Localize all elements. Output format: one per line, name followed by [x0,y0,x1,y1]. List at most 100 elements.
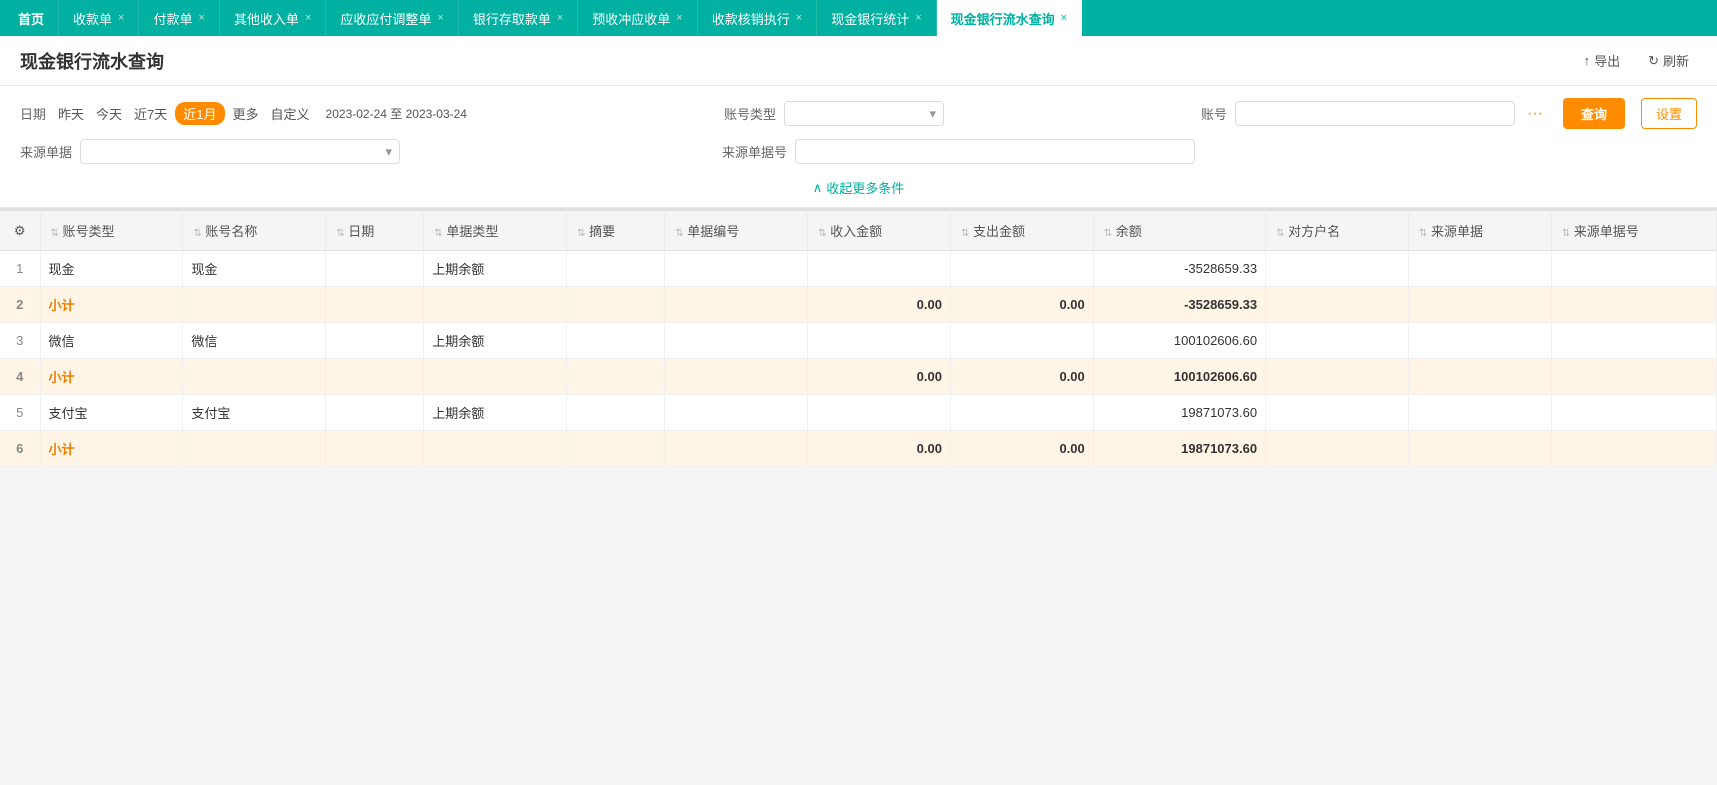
table-body: 1现金现金上期余额-3528659.332小计0.000.00-3528659.… [0,251,1717,467]
table-row: 2小计0.000.00-3528659.33 [0,287,1717,323]
close-icon[interactable]: × [1061,12,1067,24]
col-settings[interactable]: ⚙ [0,211,40,251]
cell-summary [567,359,665,395]
cell-account-name [183,359,326,395]
nav-tab-5[interactable]: 预收冲应收单 × [578,0,697,36]
account-type-filter-group: 账号类型 [724,101,944,126]
settings-button[interactable]: 设置 [1641,98,1697,129]
col-doc-no[interactable]: ⇅ 单据编号 [665,211,808,251]
cell-date [326,359,424,395]
sort-icon: ⇅ [51,228,59,239]
close-icon[interactable]: × [118,12,124,24]
export-button[interactable]: ↑ 导出 [1576,47,1629,74]
date-opt-custom[interactable]: 自定义 [267,102,314,125]
date-opt-today[interactable]: 今天 [92,102,126,125]
row-number: 2 [0,287,40,323]
account-type-select[interactable] [784,101,944,126]
cell-summary [567,431,665,467]
cell-source-doc [1408,359,1551,395]
cell-counterparty [1266,251,1409,287]
col-income[interactable]: ⇅ 收入金额 [808,211,951,251]
col-date[interactable]: ⇅ 日期 [326,211,424,251]
table-row: 3微信微信上期余额100102606.60 [0,323,1717,359]
account-dots-button[interactable]: ··· [1523,105,1547,123]
cell-counterparty [1266,287,1409,323]
source-doc-label: 来源单据 [20,142,72,161]
cell-source-doc-no [1551,323,1716,359]
sort-icon: ⇅ [1419,228,1427,239]
sort-icon: ⇅ [1104,228,1112,239]
col-doc-type[interactable]: ⇅ 单据类型 [424,211,567,251]
cell-date [326,323,424,359]
close-icon[interactable]: × [437,12,443,24]
source-doc-select[interactable] [80,139,400,164]
col-counterparty[interactable]: ⇅ 对方户名 [1266,211,1409,251]
nav-home[interactable]: 首页 [4,0,59,36]
source-doc-select-wrapper [80,139,400,164]
date-opt-1month[interactable]: 近1月 [175,102,224,125]
table-row: 6小计0.000.0019871073.60 [0,431,1717,467]
row-number: 4 [0,359,40,395]
nav-tab-1[interactable]: 付款单 × [139,0,219,36]
cell-doc-no [665,251,808,287]
nav-tab-3[interactable]: 应收应付调整单 × [326,0,458,36]
cell-source-doc [1408,251,1551,287]
cell-doc-no [665,359,808,395]
date-opt-more[interactable]: 更多 [229,102,263,125]
date-filter-group: 日期 昨天 今天 近7天 近1月 更多 自定义 2023-02-24 至 202… [20,102,467,125]
date-opt-7days[interactable]: 近7天 [130,102,171,125]
filter-bar: 日期 昨天 今天 近7天 近1月 更多 自定义 2023-02-24 至 202… [0,86,1717,208]
cell-date [326,287,424,323]
top-navigation: 首页 收款单 × 付款单 × 其他收入单 × 应收应付调整单 × 银行存取款单 … [0,0,1717,36]
nav-tab-2[interactable]: 其他收入单 × [220,0,326,36]
close-icon[interactable]: × [557,12,563,24]
cell-counterparty [1266,395,1409,431]
close-icon[interactable]: × [796,12,802,24]
cell-account-name: 现金 [183,251,326,287]
nav-tab-7[interactable]: 现金银行统计 × [817,0,936,36]
col-account-name[interactable]: ⇅ 账号名称 [183,211,326,251]
close-icon[interactable]: × [198,12,204,24]
cell-doc-type [424,359,567,395]
cell-expense: 0.00 [950,287,1093,323]
col-account-type[interactable]: ⇅ 账号类型 [40,211,183,251]
col-summary[interactable]: ⇅ 摘要 [567,211,665,251]
row-number: 1 [0,251,40,287]
nav-tab-0[interactable]: 收款单 × [59,0,139,36]
cell-doc-type: 上期余额 [424,323,567,359]
cell-source-doc-no [1551,395,1716,431]
nav-tab-6[interactable]: 收款核销执行 × [698,0,817,36]
sort-icon: ⇅ [193,228,201,239]
cell-account-type: 小计 [40,359,183,395]
col-expense[interactable]: ⇅ 支出金额 [950,211,1093,251]
collapse-button[interactable]: ∧ 收起更多条件 [813,178,905,197]
account-type-select-wrapper [784,101,944,126]
close-icon[interactable]: × [915,12,921,24]
col-source-doc-no[interactable]: ⇅ 来源单据号 [1551,211,1716,251]
refresh-button[interactable]: ↻ 刷新 [1640,47,1697,74]
close-icon[interactable]: × [305,12,311,24]
cell-summary [567,323,665,359]
source-doc-no-input[interactable] [795,139,1195,164]
nav-tab-4[interactable]: 银行存取款单 × [459,0,578,36]
cell-summary [567,395,665,431]
cell-account-type: 小计 [40,431,183,467]
date-label: 日期 [20,104,46,123]
filter-row-1: 日期 昨天 今天 近7天 近1月 更多 自定义 2023-02-24 至 202… [20,98,1697,129]
col-balance[interactable]: ⇅ 余额 [1093,211,1265,251]
filter-row-2: 来源单据 来源单据号 [20,139,1697,164]
row-number: 3 [0,323,40,359]
date-opt-yesterday[interactable]: 昨天 [54,102,88,125]
cell-doc-type: 上期余额 [424,395,567,431]
table-section: ⚙ ⇅ 账号类型 ⇅ 账号名称 ⇅ 日期 ⇅ 单据类型 [0,210,1717,467]
cell-account-name: 微信 [183,323,326,359]
query-button[interactable]: 查询 [1563,98,1625,129]
refresh-icon: ↻ [1648,53,1659,69]
close-icon[interactable]: × [676,12,682,24]
cell-source-doc [1408,395,1551,431]
cell-source-doc [1408,287,1551,323]
account-input[interactable] [1235,101,1515,126]
nav-tab-8[interactable]: 现金银行流水查询 × [937,0,1082,36]
col-source-doc[interactable]: ⇅ 来源单据 [1408,211,1551,251]
cell-doc-no [665,431,808,467]
